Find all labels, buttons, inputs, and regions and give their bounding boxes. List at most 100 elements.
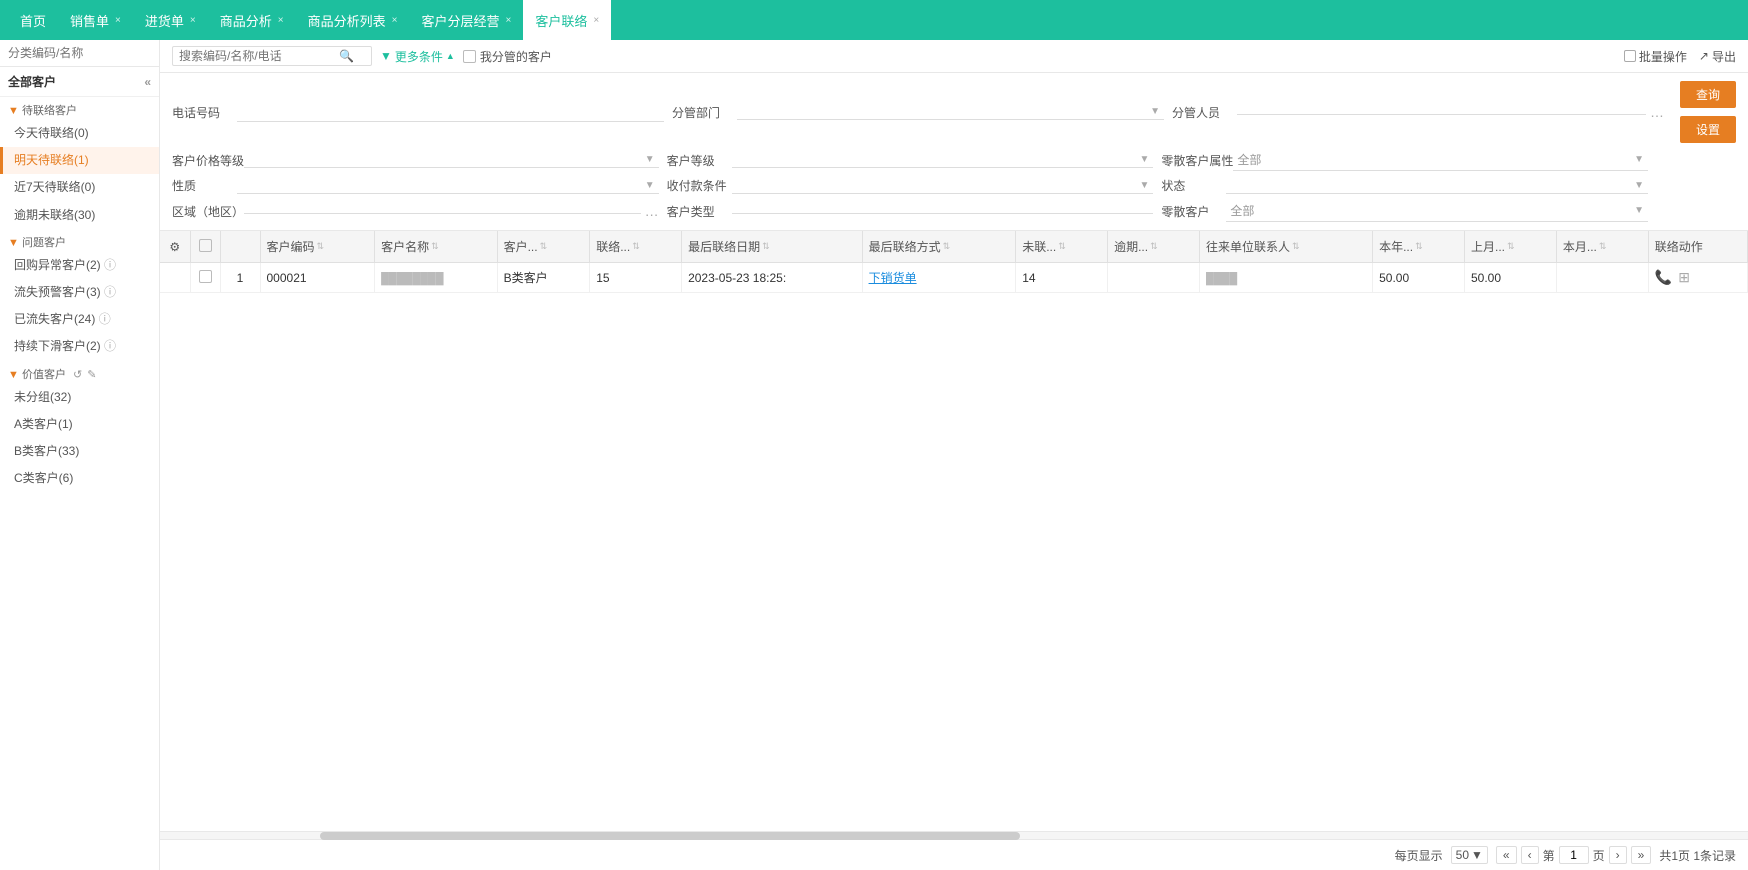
nav-customer-contact-close[interactable]: × (593, 15, 599, 26)
filter-manager-dots[interactable]: … (1650, 104, 1664, 120)
sidebar-item-class-a[interactable]: A类客户(1) (0, 411, 159, 438)
row-checkbox[interactable] (199, 270, 212, 283)
table-body: 1 000021 ████████ B类客户 15 2023-05-23 18:… (160, 263, 1748, 293)
row-uncontacted: 14 (1016, 263, 1108, 293)
action-phone-icon[interactable]: 📞 (1655, 269, 1672, 286)
sidebar-item-class-b[interactable]: B类客户(33) (0, 438, 159, 465)
adv-filter-row3: 性质 ▼ 收付款条件 ▼ 状态 (172, 177, 1736, 194)
nav-product-list-close[interactable]: × (392, 15, 398, 26)
page-size-arrow: ▼ (1471, 848, 1483, 862)
th-uncontacted[interactable]: 未联...⇅ (1016, 231, 1108, 263)
nav-purchase[interactable]: 进货单 × (133, 0, 208, 40)
sidebar-search-input[interactable] (8, 46, 160, 60)
sidebar-item-churned[interactable]: 已流失客户(24) ⓘ (0, 306, 159, 333)
row-setting (160, 263, 190, 293)
row-last-date: 2023-05-23 18:25: (682, 263, 862, 293)
checkbox-icon (1624, 50, 1636, 62)
th-type[interactable]: 客户...⇅ (497, 231, 590, 263)
page-size-select[interactable]: 50 ▼ (1451, 846, 1488, 864)
th-overdue[interactable]: 逾期...⇅ (1108, 231, 1200, 263)
action-grid-icon[interactable]: ⊞ (1678, 269, 1690, 286)
sidebar-item-tomorrow[interactable]: 明天待联络(1) (0, 147, 159, 174)
scrollbar-thumb[interactable] (320, 832, 1020, 840)
filter-phone-input[interactable] (237, 103, 664, 122)
more-filter-btn[interactable]: ▼ 更多条件 ▲ (380, 48, 455, 65)
sidebar-item-overdue[interactable]: 逾期未联络(30) (0, 202, 159, 229)
search-wrap: 🔍 (172, 46, 372, 66)
value-group-label: ▼ 价值客户 ↺ ✎ (0, 361, 159, 384)
filter-region-select[interactable] (244, 209, 641, 214)
sidebar-item-declining[interactable]: 持续下滑客户(2) ⓘ (0, 333, 159, 360)
nav-home[interactable]: 首页 (8, 0, 58, 40)
page-next-btn[interactable]: › (1609, 846, 1627, 864)
filter-retail-attr-select[interactable]: 全部 ▼ (1233, 149, 1648, 171)
nav-product-list[interactable]: 商品分析列表 × (296, 0, 410, 40)
th-last-month[interactable]: 上月...⇅ (1464, 231, 1556, 263)
th-this-year[interactable]: 本年...⇅ (1373, 231, 1465, 263)
row-last-method[interactable]: 下销货单 (862, 263, 1016, 293)
sidebar-item-churn-warning[interactable]: 流失预警客户(3) ⓘ (0, 279, 159, 306)
filter-nature-select[interactable]: ▼ (237, 178, 659, 194)
search-input[interactable] (179, 49, 339, 63)
row-this-month (1556, 263, 1648, 293)
query-btn[interactable]: 查询 (1680, 81, 1736, 108)
top-nav: 首页 销售单 × 进货单 × 商品分析 × 商品分析列表 × 客户分层经营 × … (0, 0, 1748, 40)
sidebar-item-repurchase-anomaly[interactable]: 回购异常客户(2) ⓘ (0, 252, 159, 279)
filter-retail-select[interactable]: 全部 ▼ (1226, 200, 1648, 222)
th-check[interactable] (190, 231, 220, 263)
page-number-input[interactable] (1559, 846, 1589, 864)
horizontal-scrollbar[interactable] (160, 831, 1748, 839)
filter-status-select[interactable]: ▼ (1226, 178, 1648, 194)
nav-product-analysis-close[interactable]: × (278, 15, 284, 26)
page-first-btn[interactable]: « (1496, 846, 1517, 864)
row-idx: 1 (220, 263, 260, 293)
page-last-btn[interactable]: » (1631, 846, 1652, 864)
export-icon: ↗ (1699, 49, 1709, 63)
sidebar-item-ungrouped[interactable]: 未分组(32) (0, 384, 159, 411)
table-header-row: ⚙ 客户编码⇅ 客户名称⇅ 客户...⇅ 联络...⇅ (160, 231, 1748, 263)
all-customers-title[interactable]: 全部客户 « (0, 67, 159, 97)
th-last-method[interactable]: 最后联络方式⇅ (862, 231, 1016, 263)
nav-product-analysis[interactable]: 商品分析 × (208, 0, 296, 40)
filter-customer-type-select[interactable] (732, 209, 1154, 214)
filter-dept-select[interactable]: ▼ (737, 104, 1164, 120)
filter-phone: 电话号码 (172, 103, 664, 122)
search-btn-icon[interactable]: 🔍 (339, 49, 354, 63)
nav-customer-tier-close[interactable]: × (505, 15, 511, 26)
filter-manager-select[interactable] (1237, 110, 1646, 115)
nav-purchase-close[interactable]: × (190, 15, 196, 26)
page-prev-btn[interactable]: ‹ (1521, 846, 1539, 864)
nav-customer-tier[interactable]: 客户分层经营 × (409, 0, 523, 40)
sidebar-item-today[interactable]: 今天待联络(0) (0, 120, 159, 147)
my-customers-check[interactable]: 我分管的客户 (463, 48, 552, 65)
nav-customer-contact[interactable]: 客户联络 × (523, 0, 611, 40)
main-layout: 🔍 全部客户 « ▼ 待联络客户 今天待联络(0) 明天待联络(1) 近7天待联… (0, 40, 1748, 870)
th-name[interactable]: 客户名称⇅ (375, 231, 497, 263)
th-contact[interactable]: 联络...⇅ (590, 231, 682, 263)
header-checkbox[interactable] (199, 239, 212, 252)
set-btn[interactable]: 设置 (1680, 116, 1736, 143)
filter-price-select[interactable]: ▼ (244, 152, 659, 168)
row-contact: 15 (590, 263, 682, 293)
sidebar-item-class-c[interactable]: C类客户(6) (0, 465, 159, 492)
th-last-date[interactable]: 最后联络日期⇅ (682, 231, 862, 263)
th-contacts[interactable]: 往来单位联系人⇅ (1199, 231, 1372, 263)
th-this-month[interactable]: 本月...⇅ (1556, 231, 1648, 263)
filter-region-dots[interactable]: … (645, 203, 659, 219)
batch-op-btn[interactable]: 批量操作 (1624, 48, 1687, 65)
my-customers-checkbox[interactable] (463, 50, 476, 63)
collapse-icon[interactable]: « (144, 75, 151, 89)
nav-sales-close[interactable]: × (115, 15, 121, 26)
sidebar: 🔍 全部客户 « ▼ 待联络客户 今天待联络(0) 明天待联络(1) 近7天待联… (0, 40, 160, 870)
row-check[interactable] (190, 263, 220, 293)
sidebar-item-7days[interactable]: 近7天待联络(0) (0, 174, 159, 201)
btn-col: 查询 设置 (1672, 81, 1736, 143)
filter-payment-select[interactable]: ▼ (732, 178, 1154, 194)
row-name: ████████ (375, 263, 497, 293)
export-btn[interactable]: ↗ 导出 (1699, 48, 1736, 65)
filter-customer-level-select[interactable]: ▼ (732, 152, 1154, 168)
nav-sales[interactable]: 销售单 × (58, 0, 133, 40)
th-setting[interactable]: ⚙ (160, 231, 190, 263)
row-overdue (1108, 263, 1200, 293)
th-code[interactable]: 客户编码⇅ (260, 231, 375, 263)
